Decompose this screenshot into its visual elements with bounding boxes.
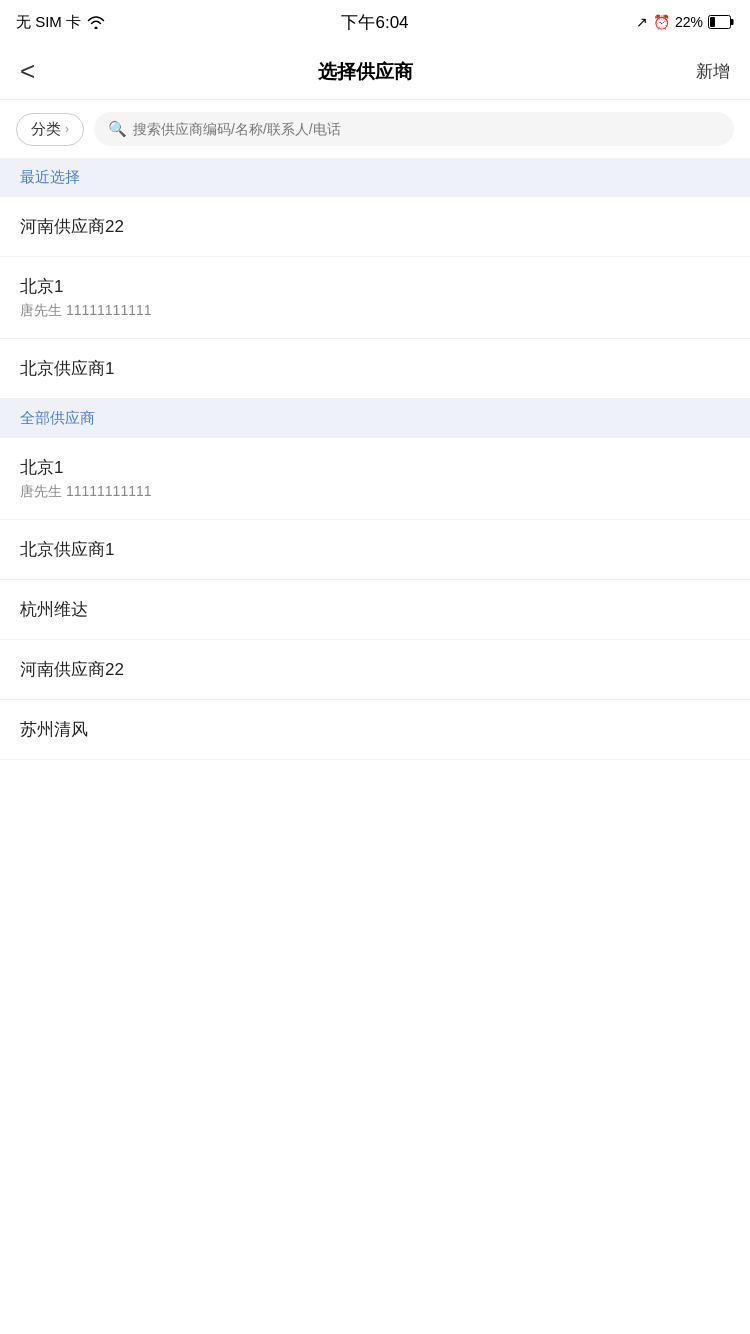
list-item[interactable]: 杭州维达	[0, 580, 750, 640]
add-button[interactable]: 新增	[696, 60, 730, 83]
search-icon: 🔍	[108, 120, 127, 138]
recent-items-list: 河南供应商22 北京1 唐先生 11111111111 北京供应商1	[0, 197, 750, 399]
item-name: 杭州维达	[20, 598, 730, 621]
item-name: 河南供应商22	[20, 658, 730, 681]
item-name: 河南供应商22	[20, 215, 730, 238]
all-section-header: 全部供应商	[0, 399, 750, 438]
all-items-list: 北京1 唐先生 11111111111 北京供应商1 杭州维达 河南供应商22 …	[0, 438, 750, 760]
nav-bar: < 选择供应商 新增	[0, 44, 750, 100]
search-input[interactable]	[133, 121, 720, 137]
page-title: 选择供应商	[318, 59, 413, 85]
list-item[interactable]: 河南供应商22	[0, 197, 750, 257]
alarm-icon: ⏰	[653, 14, 670, 30]
item-name: 北京1	[20, 456, 730, 479]
filter-bar: 分类 › 🔍	[0, 100, 750, 158]
search-box[interactable]: 🔍	[94, 112, 734, 146]
item-name: 北京供应商1	[20, 357, 730, 380]
back-button[interactable]: <	[20, 56, 35, 87]
battery-icon	[708, 15, 734, 29]
category-label: 分类	[31, 120, 61, 139]
list-item[interactable]: 河南供应商22	[0, 640, 750, 700]
status-bar: 无 SIM 卡 下午6:04 ↗ ⏰ 22%	[0, 0, 750, 44]
status-left: 无 SIM 卡	[16, 13, 105, 32]
list-item[interactable]: 苏州清风	[0, 700, 750, 760]
svg-rect-1	[731, 19, 734, 25]
battery-label: 22%	[675, 14, 703, 30]
svg-rect-2	[710, 17, 715, 27]
category-button[interactable]: 分类 ›	[16, 113, 84, 146]
status-time: 下午6:04	[341, 11, 408, 34]
item-name: 北京1	[20, 275, 730, 298]
item-name: 北京供应商1	[20, 538, 730, 561]
recent-section-header: 最近选择	[0, 158, 750, 197]
all-section-label: 全部供应商	[20, 409, 95, 426]
wifi-icon	[87, 15, 105, 29]
list-item[interactable]: 北京供应商1	[0, 520, 750, 580]
list-item[interactable]: 北京1 唐先生 11111111111	[0, 438, 750, 520]
recent-section-label: 最近选择	[20, 168, 80, 185]
list-item[interactable]: 北京供应商1	[0, 339, 750, 399]
location-icon: ↗	[636, 14, 648, 30]
item-contact: 唐先生 11111111111	[20, 302, 730, 320]
list-item[interactable]: 北京1 唐先生 11111111111	[0, 257, 750, 339]
item-name: 苏州清风	[20, 718, 730, 741]
status-right: ↗ ⏰ 22%	[636, 14, 734, 30]
chevron-right-icon: ›	[65, 122, 69, 136]
item-contact: 唐先生 11111111111	[20, 483, 730, 501]
no-sim-label: 无 SIM 卡	[16, 13, 81, 32]
